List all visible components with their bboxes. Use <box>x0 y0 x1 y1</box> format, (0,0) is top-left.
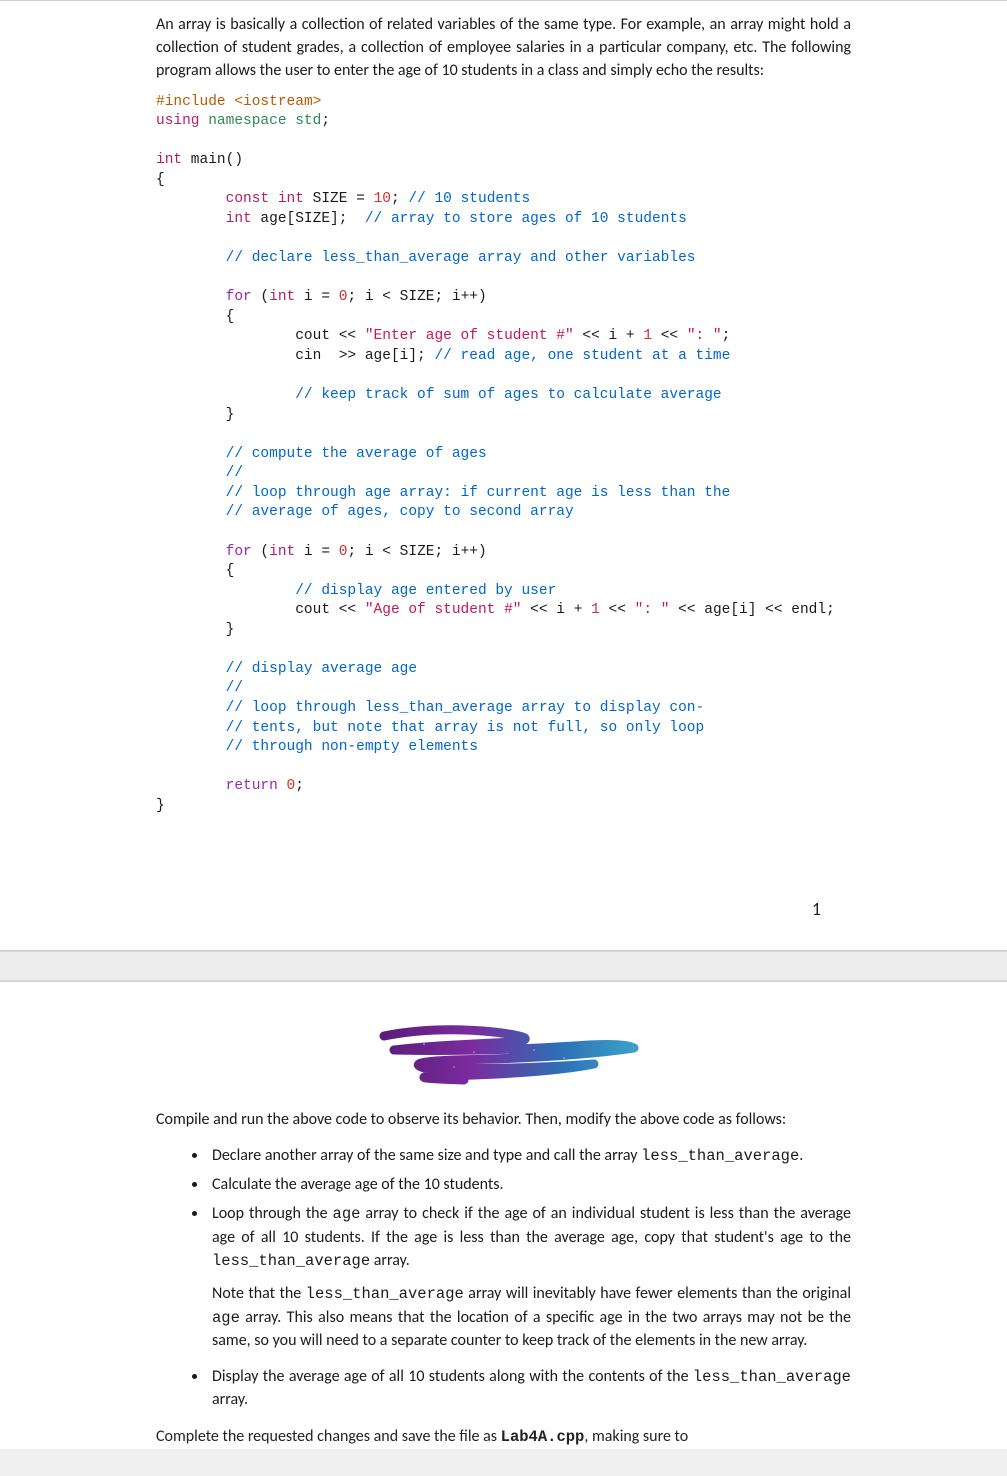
page-1: An array is basically a collection of re… <box>0 0 1007 951</box>
code-token: // loop through age array: if current ag… <box>156 485 730 501</box>
code-token: int <box>269 289 295 305</box>
code-token: // read age, one student at a time <box>434 348 730 364</box>
code-token: } <box>156 798 165 814</box>
code-token: #include <box>156 94 234 110</box>
final-text: Complete the requested changes and save … <box>156 1427 501 1446</box>
code-token: // <box>156 465 243 481</box>
list-item: Display the average age of all 10 studen… <box>208 1365 851 1412</box>
code-token: { <box>156 309 234 325</box>
code-token: { <box>156 563 234 579</box>
code-token: 1 <box>591 602 600 618</box>
list-code: age <box>212 1309 240 1327</box>
code-token: { <box>156 172 165 188</box>
list-code: age <box>333 1205 361 1223</box>
code-token: namespace <box>200 113 296 129</box>
final-code: Lab4A.cpp <box>501 1428 585 1446</box>
code-token: main() <box>182 152 243 168</box>
list-text: array. This also means that the location… <box>212 1308 851 1350</box>
code-token: ; <box>722 328 731 344</box>
code-token: // display average age <box>156 661 417 677</box>
code-token: << i + <box>574 328 644 344</box>
code-token: } <box>156 407 234 423</box>
code-block: #include <iostream> using namespace std;… <box>156 93 851 817</box>
code-token: } <box>156 622 234 638</box>
redaction-scribble-icon <box>364 1022 644 1086</box>
code-token: // through non-empty elements <box>156 739 478 755</box>
code-token: // array to store ages of 10 students <box>365 211 687 227</box>
instructions-paragraph: Compile and run the above code to observ… <box>156 1108 851 1131</box>
code-token: int <box>269 544 295 560</box>
list-code: less_than_average <box>693 1368 851 1386</box>
code-token: // average of ages, copy to second array <box>156 504 574 520</box>
list-text: array. <box>370 1251 410 1270</box>
code-token: ": " <box>687 328 722 344</box>
code-token: ": " <box>635 602 670 618</box>
code-token: 1 <box>643 328 652 344</box>
code-token: // 10 students <box>408 191 530 207</box>
code-token: i = <box>295 289 339 305</box>
code-token: for <box>156 544 252 560</box>
list-code: less_than_average <box>641 1147 799 1165</box>
code-token: return <box>156 778 287 794</box>
code-token: // display age entered by user <box>156 583 556 599</box>
code-token: ( <box>252 544 269 560</box>
code-token: 10 <box>374 191 391 207</box>
list-text: array. <box>212 1390 248 1409</box>
code-token: ; <box>321 113 330 129</box>
list-text: Display the average age of all 10 studen… <box>212 1367 693 1386</box>
code-token: const int <box>156 191 304 207</box>
code-token: std <box>295 113 321 129</box>
requirements-list: Declare another array of the same size a… <box>156 1144 851 1412</box>
list-item: Declare another array of the same size a… <box>208 1144 851 1167</box>
code-token: 0 <box>287 778 296 794</box>
code-token: SIZE = <box>304 191 374 207</box>
list-code: less_than_average <box>212 1252 370 1270</box>
code-token: // keep track of sum of ages to calculat… <box>156 387 722 403</box>
code-token: for <box>156 289 252 305</box>
code-token: ( <box>252 289 269 305</box>
list-item: Loop through the age array to check if t… <box>208 1202 851 1352</box>
list-text: Loop through the <box>212 1204 333 1223</box>
code-token: << i + <box>521 602 591 618</box>
list-item: Calculate the average age of the 10 stud… <box>208 1173 851 1196</box>
code-token: // compute the average of ages <box>156 446 487 462</box>
code-token: cout << <box>156 328 365 344</box>
final-text: , making sure to <box>584 1427 688 1446</box>
code-token: cin >> age[i]; <box>156 348 434 364</box>
code-token: // loop through less_than_average array … <box>156 700 704 716</box>
list-text: array will inevitably have fewer element… <box>464 1284 851 1303</box>
code-token: "Age of student #" <box>365 602 522 618</box>
code-token: "Enter age of student #" <box>365 328 574 344</box>
code-token: age[SIZE]; <box>252 211 365 227</box>
code-token: // <box>156 680 243 696</box>
code-token: ; i < SIZE; i++) <box>347 289 486 305</box>
code-token: << age[i] << endl; <box>669 602 834 618</box>
page-2: Compile and run the above code to observ… <box>0 981 1007 1448</box>
code-token: int <box>156 152 182 168</box>
list-text: Declare another array of the same size a… <box>212 1146 641 1165</box>
code-token: // tents, but note that array is not ful… <box>156 720 704 736</box>
code-token: ; i < SIZE; i++) <box>347 544 486 560</box>
page-gap <box>0 951 1007 981</box>
code-token: int <box>156 211 252 227</box>
list-note: Note that the less_than_average array wi… <box>212 1282 851 1352</box>
code-token: cout << <box>156 602 365 618</box>
code-token: ; <box>391 191 408 207</box>
intro-paragraph: An array is basically a collection of re… <box>156 13 851 83</box>
code-token: // declare less_than_average array and o… <box>156 250 696 266</box>
code-token: i = <box>295 544 339 560</box>
list-code: less_than_average <box>306 1285 464 1303</box>
final-paragraph: Complete the requested changes and save … <box>156 1425 851 1448</box>
code-token: using <box>156 113 200 129</box>
code-token: <iostream> <box>234 94 321 110</box>
code-token: << <box>652 328 687 344</box>
code-token: ; <box>295 778 304 794</box>
list-text: . <box>799 1146 803 1165</box>
page-number: 1 <box>156 896 851 922</box>
code-token: << <box>600 602 635 618</box>
list-text: Note that the <box>212 1284 306 1303</box>
